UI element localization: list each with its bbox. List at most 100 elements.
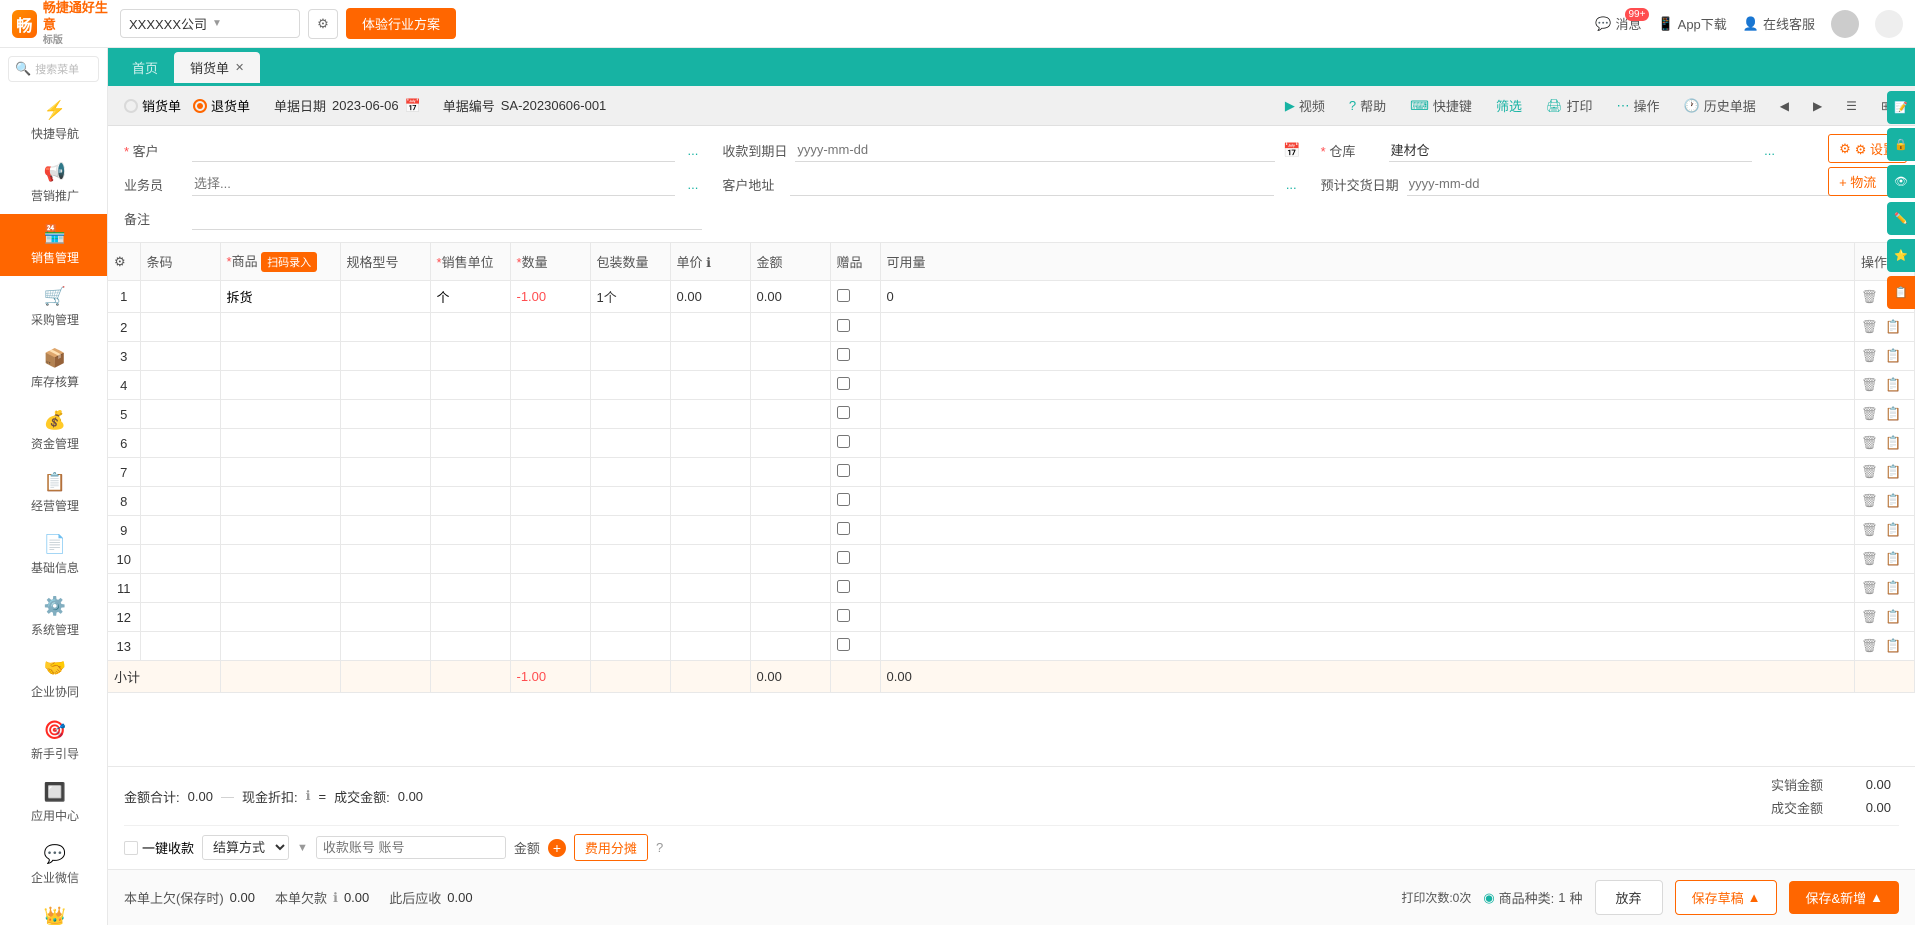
row-amount[interactable]: [750, 342, 830, 371]
row-barcode[interactable]: [140, 313, 220, 342]
row-spec[interactable]: [340, 281, 430, 313]
sidebar-item-enterprise[interactable]: 🤝 企业协同: [0, 648, 107, 710]
row-price[interactable]: [670, 545, 750, 574]
row-gift[interactable]: [830, 516, 880, 545]
row-spec[interactable]: [340, 487, 430, 516]
row-barcode[interactable]: [140, 458, 220, 487]
row-spec[interactable]: [340, 603, 430, 632]
copy-icon[interactable]: 📋: [1885, 377, 1901, 392]
row-barcode[interactable]: [140, 545, 220, 574]
warehouse-input[interactable]: [1389, 138, 1752, 162]
delete-icon[interactable]: 🗑: [1861, 348, 1878, 363]
row-qty[interactable]: [510, 281, 590, 313]
calendar-icon[interactable]: 📅: [405, 98, 421, 114]
row-gift[interactable]: [830, 429, 880, 458]
row-product[interactable]: [220, 603, 340, 632]
row-pack-qty[interactable]: [590, 458, 670, 487]
row-barcode[interactable]: [140, 371, 220, 400]
row-product[interactable]: [220, 281, 340, 313]
row-amount[interactable]: [750, 458, 830, 487]
row-qty[interactable]: [510, 429, 590, 458]
sidebar-item-member[interactable]: 👑 畅会员: [0, 896, 107, 925]
company-selector[interactable]: XXXXXX公司 ▼: [120, 9, 300, 38]
row-amount[interactable]: 0.00: [750, 281, 830, 313]
row-spec[interactable]: [340, 342, 430, 371]
delete-icon[interactable]: 🗑: [1861, 319, 1878, 334]
sidebar-item-system[interactable]: ⚙️ 系统管理: [0, 586, 107, 648]
tab-sales-order[interactable]: 销货单 ✕: [174, 52, 260, 83]
row-unit[interactable]: [430, 281, 510, 313]
prev-btn[interactable]: ◀: [1772, 95, 1797, 117]
row-gift[interactable]: [830, 545, 880, 574]
row-pack-qty[interactable]: [590, 545, 670, 574]
row-barcode[interactable]: [140, 574, 220, 603]
row-barcode[interactable]: [140, 342, 220, 371]
row-product[interactable]: [220, 371, 340, 400]
row-qty[interactable]: [510, 603, 590, 632]
row-pack-qty[interactable]: [590, 429, 670, 458]
copy-icon[interactable]: 📋: [1885, 522, 1901, 537]
help-btn[interactable]: ? 帮助: [1341, 92, 1394, 119]
row-amount[interactable]: [750, 545, 830, 574]
scan-button[interactable]: 扫码录入: [261, 252, 317, 272]
copy-icon[interactable]: 📋: [1885, 580, 1901, 595]
account-input[interactable]: [316, 836, 506, 859]
row-gift[interactable]: [830, 603, 880, 632]
sidebar-item-marketing[interactable]: 📢 营销推广: [0, 152, 107, 214]
row-qty[interactable]: [510, 516, 590, 545]
sidebar-item-base[interactable]: 📄 基础信息: [0, 524, 107, 586]
row-price[interactable]: [670, 516, 750, 545]
sidebar-item-wechat[interactable]: 💬 企业微信: [0, 834, 107, 896]
row-price[interactable]: [670, 574, 750, 603]
row-gift[interactable]: [830, 342, 880, 371]
delete-icon[interactable]: 🗑: [1861, 377, 1878, 392]
row-gift[interactable]: [830, 313, 880, 342]
sidebar-item-guide[interactable]: 🎯 新手引导: [0, 710, 107, 772]
row-price[interactable]: [670, 400, 750, 429]
copy-icon[interactable]: 📋: [1885, 348, 1901, 363]
copy-icon[interactable]: 📋: [1885, 609, 1901, 624]
delete-icon[interactable]: 🗑: [1861, 435, 1878, 450]
row-gift[interactable]: [830, 400, 880, 429]
delete-icon[interactable]: 🗑: [1861, 522, 1878, 537]
try-industry-button[interactable]: 体验行业方案: [346, 8, 456, 39]
sidebar-item-inventory[interactable]: 📦 库存核算: [0, 338, 107, 400]
copy-icon[interactable]: 📋: [1885, 464, 1901, 479]
sidebar-item-sales[interactable]: 🏪 销售管理: [0, 214, 107, 276]
row-pack-qty[interactable]: [590, 632, 670, 661]
row-unit[interactable]: [430, 313, 510, 342]
row-product[interactable]: [220, 516, 340, 545]
row-product[interactable]: [220, 545, 340, 574]
avatar-extra[interactable]: [1875, 10, 1903, 38]
sidebar-item-purchase[interactable]: 🛒 采购管理: [0, 276, 107, 338]
row-unit[interactable]: [430, 603, 510, 632]
app-download-button[interactable]: 📱 App下载: [1657, 14, 1726, 33]
row-amount[interactable]: [750, 516, 830, 545]
row-qty[interactable]: [510, 545, 590, 574]
operation-btn[interactable]: ⋯ 操作: [1608, 92, 1667, 119]
row-pack-qty[interactable]: [590, 313, 670, 342]
row-spec[interactable]: [340, 458, 430, 487]
discard-button[interactable]: 放弃: [1595, 880, 1663, 915]
row-pack-qty[interactable]: [590, 371, 670, 400]
online-service-button[interactable]: 👤 在线客服: [1743, 14, 1815, 33]
row-qty[interactable]: [510, 458, 590, 487]
product-type-selector[interactable]: ◉ 商品种类: 1 种: [1483, 888, 1582, 907]
salesperson-dots[interactable]: ...: [683, 177, 702, 192]
row-unit[interactable]: [430, 632, 510, 661]
delete-icon[interactable]: 🗑: [1861, 580, 1878, 595]
message-button[interactable]: 💬 消息 99+: [1595, 14, 1641, 33]
row-pack-qty[interactable]: [590, 400, 670, 429]
row-amount[interactable]: [750, 487, 830, 516]
row-price[interactable]: [670, 371, 750, 400]
row-barcode[interactable]: [140, 487, 220, 516]
row-product[interactable]: [220, 632, 340, 661]
avatar[interactable]: [1831, 10, 1859, 38]
radio-return[interactable]: 退货单: [193, 96, 250, 115]
copy-icon[interactable]: 📋: [1885, 638, 1901, 653]
history-btn[interactable]: 🕐 历史单据: [1676, 92, 1764, 119]
row-pack-qty[interactable]: [590, 516, 670, 545]
add-payment-button[interactable]: +: [548, 839, 566, 857]
float-btn-4[interactable]: ✏️: [1887, 202, 1915, 235]
video-btn[interactable]: ▶ 视频: [1277, 92, 1333, 119]
